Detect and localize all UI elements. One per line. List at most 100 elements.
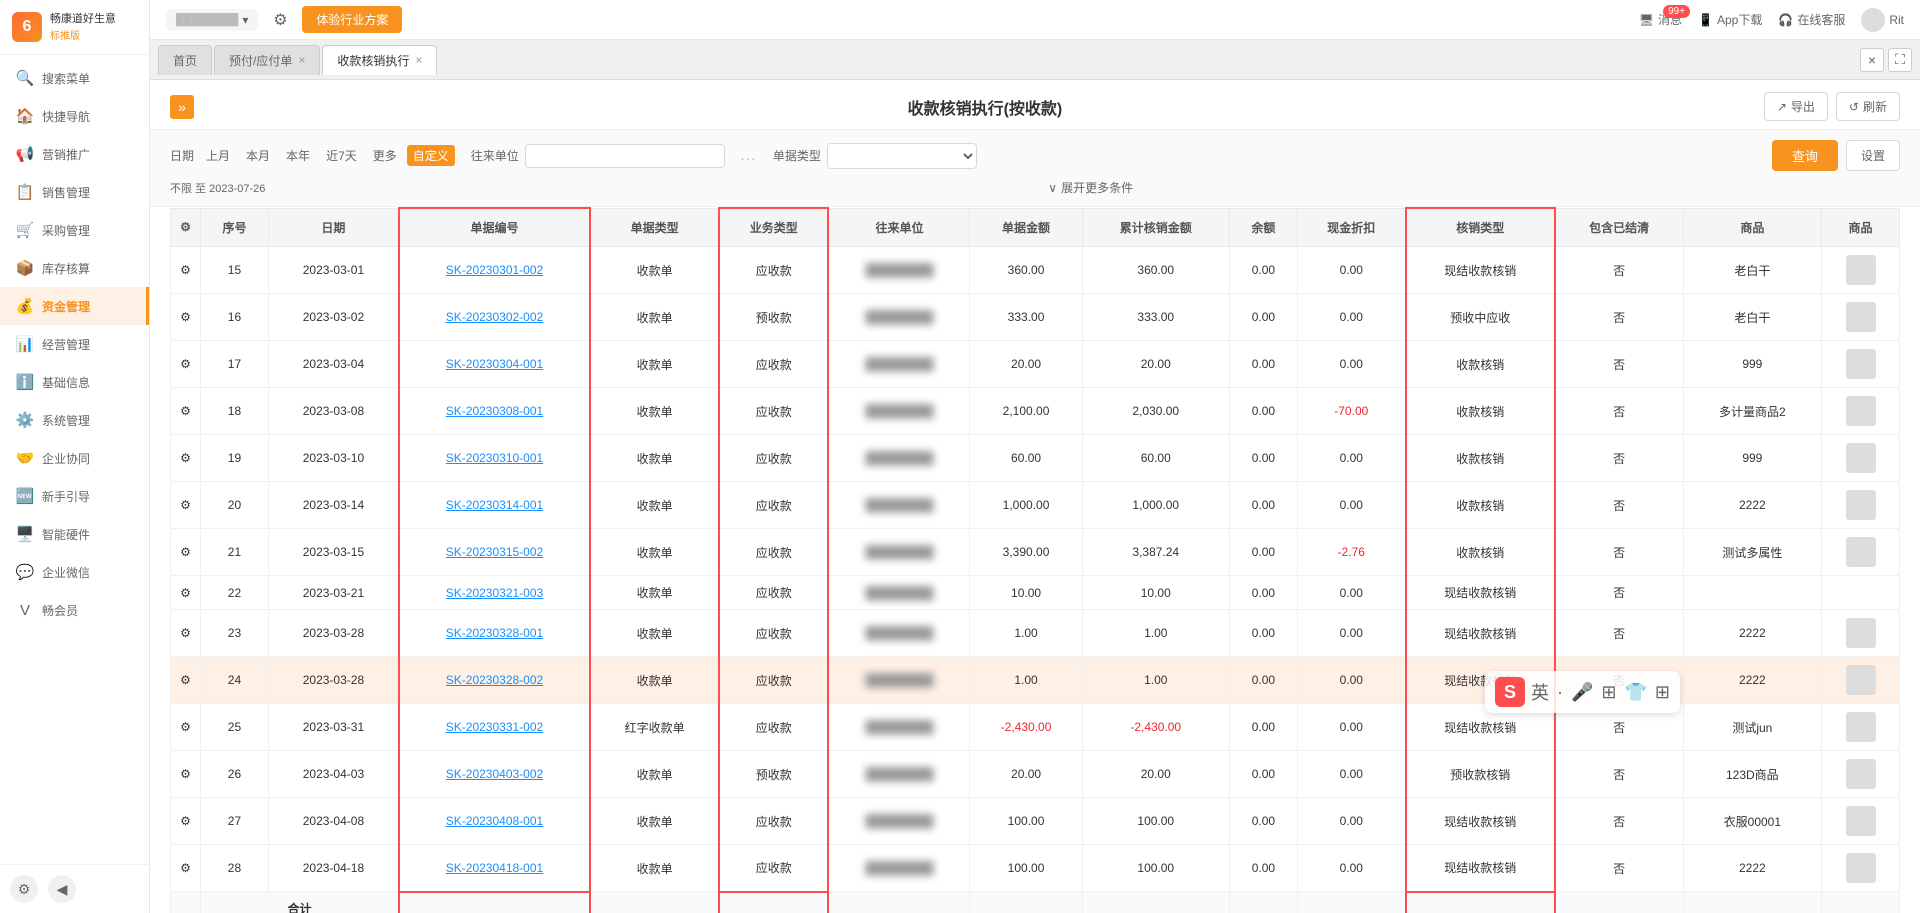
td-bill-no[interactable]: SK-20230315-002 [399,529,590,576]
td-bill-no[interactable]: SK-20230308-001 [399,388,590,435]
expand-more-btn[interactable]: ∨ 展开更多条件 [1048,179,1133,196]
td-bill-no[interactable]: SK-20230314-001 [399,482,590,529]
bill-type-select[interactable] [827,143,977,169]
td-product-thumb [1822,341,1900,388]
sidebar-item-operations[interactable]: 📊 经营管理 [0,325,149,363]
td-bill-no[interactable]: SK-20230310-001 [399,435,590,482]
td-bill-type: 收款单 [590,482,719,529]
td-bill-no[interactable]: SK-20230304-001 [399,341,590,388]
sidebar-item-hardware[interactable]: 🖥️ 智能硬件 [0,515,149,553]
td-bill-type: 收款单 [590,610,719,657]
sidebar-item-system[interactable]: ⚙️ 系统管理 [0,401,149,439]
partner-filter-label: 往来单位 [471,147,519,164]
sidebar-item-finance[interactable]: 💰 资金管理 [0,287,149,325]
close-tab-btn[interactable]: × [1860,48,1884,72]
td-cash-discount: -70.00 [1297,388,1405,435]
app-download-btn[interactable]: 📱 App下载 [1698,11,1762,28]
sidebar-item-purchase[interactable]: 🛒 采购管理 [0,211,149,249]
td-product [1683,576,1822,610]
td-settings[interactable]: ⚙ [171,247,201,294]
online-service-btn[interactable]: 🎧 在线客服 [1778,11,1845,28]
username-label: Rit [1889,13,1904,27]
company-select[interactable]: ████████ ▾ [166,9,258,31]
th-settings[interactable]: ⚙ [171,208,201,247]
date-opt-custom[interactable]: 自定义 [407,145,455,166]
user-avatar[interactable]: Rit [1861,8,1904,32]
collapse-icon[interactable]: ◀ [48,875,76,903]
td-bill-no[interactable]: SK-20230331-002 [399,704,590,751]
sidebar-item-wechat[interactable]: 💬 企业微信 [0,553,149,591]
settings-filter-btn[interactable]: 设置 [1846,140,1900,171]
td-settings[interactable]: ⚙ [171,482,201,529]
td-bill-no[interactable]: SK-20230403-002 [399,751,590,798]
message-btn[interactable]: 🖥 消息 99+ [1639,11,1682,28]
sidebar-item-guide[interactable]: 🆕 新手引导 [0,477,149,515]
td-product: 2222 [1683,610,1822,657]
tab-home[interactable]: 首页 [158,45,212,75]
td-bill-type: 收款单 [590,576,719,610]
icon-grid: ⊞ [1601,682,1616,703]
tab-payable-close[interactable]: × [298,54,305,66]
td-settings[interactable]: ⚙ [171,529,201,576]
td-settings[interactable]: ⚙ [171,576,201,610]
tab-payable[interactable]: 预付/应付单 × [214,45,320,75]
refresh-btn[interactable]: ↺ 刷新 [1836,92,1900,121]
guide-icon: 🆕 [16,487,34,505]
product-name: 老白干 [1734,264,1770,278]
export-btn[interactable]: ↗ 导出 [1764,92,1828,121]
td-bill-no[interactable]: SK-20230328-001 [399,610,590,657]
td-num: 25 [201,704,269,751]
date-opt-this-year[interactable]: 本年 [280,145,316,166]
td-settings[interactable]: ⚙ [171,845,201,892]
td-bill-no[interactable]: SK-20230301-002 [399,247,590,294]
operations-label: 经营管理 [42,336,90,353]
td-settings[interactable]: ⚙ [171,388,201,435]
date-opt-last-month[interactable]: 上月 [200,145,236,166]
date-opt-7days[interactable]: 近7天 [320,145,363,166]
td-num: 18 [201,388,269,435]
fullscreen-tab-btn[interactable]: ⛶ [1888,48,1912,72]
td-settings[interactable]: ⚙ [171,294,201,341]
sales-label: 销售管理 [42,184,90,201]
sidebar-item-marketing[interactable]: 📢 营销推广 [0,135,149,173]
sidebar-item-sales[interactable]: 📋 销售管理 [0,173,149,211]
td-date: 2023-03-31 [268,704,399,751]
sidebar-item-enterprise[interactable]: 🤝 企业协同 [0,439,149,477]
td-settings[interactable]: ⚙ [171,657,201,704]
td-settings[interactable]: ⚙ [171,341,201,388]
export-label: 导出 [1791,98,1815,115]
sidebar-item-inventory[interactable]: 📦 库存核算 [0,249,149,287]
gear-icon[interactable]: ⚙ [266,6,294,34]
query-btn[interactable]: 查询 [1772,140,1838,171]
filter-toggle-btn[interactable]: » [170,95,194,119]
sidebar-item-member[interactable]: V 畅会员 [0,591,149,629]
td-partner: ████████ [828,294,970,341]
solution-btn[interactable]: 体验行业方案 [302,6,402,33]
sidebar-menu: 🔍 搜索菜单 🏠 快捷导航 📢 营销推广 📋 销售管理 🛒 采购管理 📦 库存核… [0,55,149,864]
td-settings[interactable]: ⚙ [171,610,201,657]
sidebar-item-quick[interactable]: 🏠 快捷导航 [0,97,149,135]
td-bill-no[interactable]: SK-20230321-003 [399,576,590,610]
sidebar-item-basic[interactable]: ℹ️ 基础信息 [0,363,149,401]
td-product: 999 [1683,435,1822,482]
td-bill-no[interactable]: SK-20230328-002 [399,657,590,704]
td-bill-no[interactable]: SK-20230408-001 [399,798,590,845]
settings-icon[interactable]: ⚙ [10,875,38,903]
footer-product [1683,892,1822,913]
td-cum-amount: -2,430.00 [1082,704,1229,751]
date-opt-more[interactable]: 更多 [367,145,403,166]
td-settings[interactable]: ⚙ [171,704,201,751]
td-bill-no[interactable]: SK-20230302-002 [399,294,590,341]
tab-receipt-close[interactable]: × [415,54,422,66]
tab-receipt[interactable]: 收款核销执行 × [322,45,437,75]
td-bill-no[interactable]: SK-20230418-001 [399,845,590,892]
footer-cancel-type [1406,892,1555,913]
td-settings[interactable]: ⚙ [171,798,201,845]
td-settings[interactable]: ⚙ [171,751,201,798]
filter-bar: 日期 上月 本月 本年 近7天 更多 自定义 往来单位 ... [150,130,1920,207]
partner-filter-input[interactable] [525,144,725,168]
td-settings[interactable]: ⚙ [171,435,201,482]
sidebar-item-search[interactable]: 🔍 搜索菜单 [0,59,149,97]
date-opt-this-month[interactable]: 本月 [240,145,276,166]
td-date: 2023-03-14 [268,482,399,529]
